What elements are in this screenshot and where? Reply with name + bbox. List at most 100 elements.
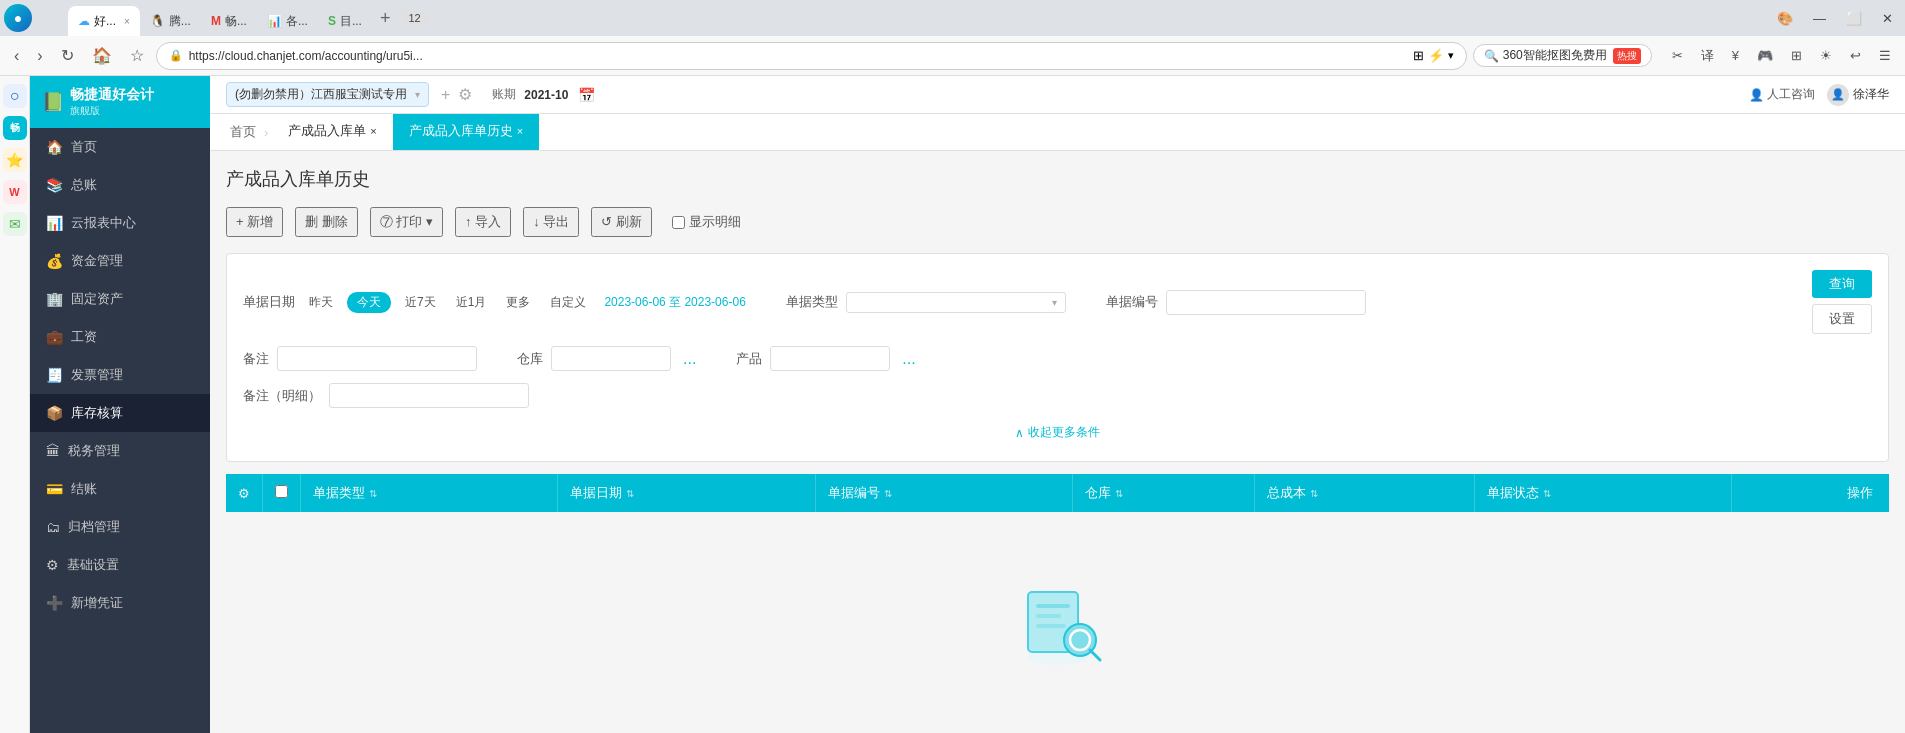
ai-consult-button[interactable]: 👤 人工咨询: [1749, 86, 1815, 103]
game-toolbar[interactable]: 🎮: [1751, 46, 1779, 65]
sidebar-item-new-voucher[interactable]: ➕ 新增凭证: [30, 584, 210, 622]
sidebar-item-invoice[interactable]: 🧾 发票管理: [30, 356, 210, 394]
app-icon-star[interactable]: ⭐: [3, 148, 27, 172]
tab-12[interactable]: S 目...: [318, 6, 372, 36]
maximize-button[interactable]: ⬜: [1838, 9, 1870, 28]
sidebar-item-inventory[interactable]: 📦 库存核算: [30, 394, 210, 432]
tab-10[interactable]: M 畅...: [201, 6, 257, 36]
display-detail-checkbox[interactable]: 显示明细: [672, 213, 741, 231]
th-checkbox[interactable]: [263, 474, 301, 512]
menu-toolbar[interactable]: ☰: [1873, 46, 1897, 65]
calendar-icon[interactable]: 📅: [578, 87, 595, 103]
warehouse-filter-input[interactable]: [551, 346, 671, 371]
sidebar-item-funds[interactable]: 💰 资金管理: [30, 242, 210, 280]
forward-button[interactable]: ›: [31, 43, 48, 69]
refresh-button[interactable]: ↺ 刷新: [591, 207, 652, 237]
back-button[interactable]: ‹: [8, 43, 25, 69]
refresh-button[interactable]: ↻: [55, 42, 80, 69]
undo-toolbar[interactable]: ↩: [1844, 46, 1867, 65]
sidebar-item-tax[interactable]: 🏛 税务管理: [30, 432, 210, 470]
date-btn-more[interactable]: 更多: [500, 292, 536, 313]
tab-icon-9: 🐧: [150, 14, 165, 28]
bookmark-button[interactable]: ☆: [124, 42, 150, 69]
sidebar-item-home[interactable]: 🏠 首页: [30, 128, 210, 166]
sidebar-item-payroll[interactable]: 💼 工资: [30, 318, 210, 356]
th-settings[interactable]: ⚙: [226, 474, 263, 512]
query-button[interactable]: 查询: [1812, 270, 1872, 298]
remark-filter-input[interactable]: [277, 346, 477, 371]
filter-settings-button[interactable]: 设置: [1812, 304, 1872, 334]
number-filter-label: 单据编号: [1106, 293, 1158, 311]
tab-list-close[interactable]: ×: [370, 125, 376, 137]
account-settings-button[interactable]: ⚙: [458, 85, 472, 104]
type-select[interactable]: ▾: [846, 292, 1066, 313]
delete-button[interactable]: 删 删除: [295, 207, 358, 237]
customize-button[interactable]: 🎨: [1769, 9, 1801, 28]
sidebar-label-funds: 资金管理: [71, 252, 123, 270]
add-button[interactable]: + 新增: [226, 207, 283, 237]
date-btn-7days[interactable]: 近7天: [399, 292, 442, 313]
detail-remark-input[interactable]: [329, 383, 529, 408]
tab-history[interactable]: 产成品入库单历史 ×: [393, 114, 539, 150]
th-total-cost[interactable]: 总成本 ⇅: [1254, 474, 1474, 512]
select-all-checkbox[interactable]: [275, 485, 288, 498]
tab-9[interactable]: 🐧 腾...: [140, 6, 201, 36]
new-tab-button[interactable]: +: [372, 8, 399, 29]
lightning-icon[interactable]: ⚡: [1428, 48, 1444, 63]
search-360-bar[interactable]: 🔍 360智能抠图免费用 热搜: [1473, 44, 1652, 67]
tab-close-8[interactable]: ×: [124, 16, 130, 27]
account-selector[interactable]: (勿删勿禁用）江西服宝测试专用 ▾: [226, 82, 429, 107]
tab-active[interactable]: ☁ 好... ×: [68, 6, 140, 36]
th-type[interactable]: 单据类型 ⇅: [301, 474, 558, 512]
collapse-filter-button[interactable]: ∧ 收起更多条件: [243, 420, 1872, 445]
sidebar-item-settings[interactable]: ⚙ 基础设置: [30, 546, 210, 584]
import-button[interactable]: ↑ 导入: [455, 207, 511, 237]
th-number[interactable]: 单据编号 ⇅: [815, 474, 1072, 512]
grid-toolbar[interactable]: ⊞: [1785, 46, 1808, 65]
app-icon-weibo[interactable]: W: [3, 180, 27, 204]
browser-logo[interactable]: ●: [4, 4, 32, 32]
display-detail-input[interactable]: [672, 216, 685, 229]
date-btn-1month[interactable]: 近1月: [450, 292, 493, 313]
warehouse-dots-button[interactable]: ...: [683, 350, 696, 368]
sidebar-item-archive[interactable]: 🗂 归档管理: [30, 508, 210, 546]
app-icon-mail[interactable]: ✉: [3, 212, 27, 236]
tab-history-close[interactable]: ×: [517, 125, 523, 137]
home-button[interactable]: 🏠: [86, 42, 118, 69]
app-icon-chanjet[interactable]: 畅: [3, 116, 27, 140]
export-button[interactable]: ↓ 导出: [523, 207, 579, 237]
product-filter-input[interactable]: [770, 346, 890, 371]
sidebar-item-reports[interactable]: 📊 云报表中心: [30, 204, 210, 242]
extension-icon[interactable]: ⊞: [1413, 48, 1424, 63]
date-btn-custom[interactable]: 自定义: [544, 292, 592, 313]
close-button[interactable]: ✕: [1874, 9, 1901, 28]
date-btn-today[interactable]: 今天: [347, 292, 391, 313]
tab-list[interactable]: 产成品入库单 ×: [272, 114, 392, 150]
filter-row-2: 备注 仓库 ... 产品 ...: [243, 346, 1872, 371]
number-filter-input[interactable]: [1166, 290, 1366, 315]
th-warehouse[interactable]: 仓库 ⇅: [1072, 474, 1254, 512]
tab-label-9: 腾...: [169, 13, 191, 30]
tab-count[interactable]: 12: [402, 11, 426, 25]
app-icon-360[interactable]: ○: [3, 84, 27, 108]
th-date[interactable]: 单据日期 ⇅: [558, 474, 815, 512]
product-filter-label: 产品: [736, 350, 762, 368]
th-status[interactable]: 单据状态 ⇅: [1474, 474, 1731, 512]
add-account-button[interactable]: +: [441, 86, 450, 104]
sidebar-item-checkout[interactable]: 💳 结账: [30, 470, 210, 508]
tab-11[interactable]: 📊 各...: [257, 6, 318, 36]
theme-toolbar[interactable]: ☀: [1814, 46, 1838, 65]
breadcrumb-home[interactable]: 首页: [226, 115, 260, 149]
sidebar-item-fixed-assets[interactable]: 🏢 固定资产: [30, 280, 210, 318]
product-dots-button[interactable]: ...: [902, 350, 915, 368]
dropdown-arrow[interactable]: ▾: [1448, 49, 1454, 62]
print-button[interactable]: ⑦ 打印 ▾: [370, 207, 443, 237]
sidebar-item-general-ledger[interactable]: 📚 总账: [30, 166, 210, 204]
date-btn-yesterday[interactable]: 昨天: [303, 292, 339, 313]
url-bar[interactable]: 🔒 https://cloud.chanjet.com/accounting/u…: [156, 42, 1467, 70]
minimize-button[interactable]: —: [1805, 9, 1834, 28]
translate-toolbar[interactable]: 译: [1695, 45, 1720, 67]
currency-toolbar[interactable]: ¥: [1726, 46, 1745, 65]
content-topbar: (勿删勿禁用）江西服宝测试专用 ▾ + ⚙ 账期 2021-10 📅 👤 人工咨…: [210, 76, 1905, 114]
scissors-toolbar[interactable]: ✂: [1666, 46, 1689, 65]
